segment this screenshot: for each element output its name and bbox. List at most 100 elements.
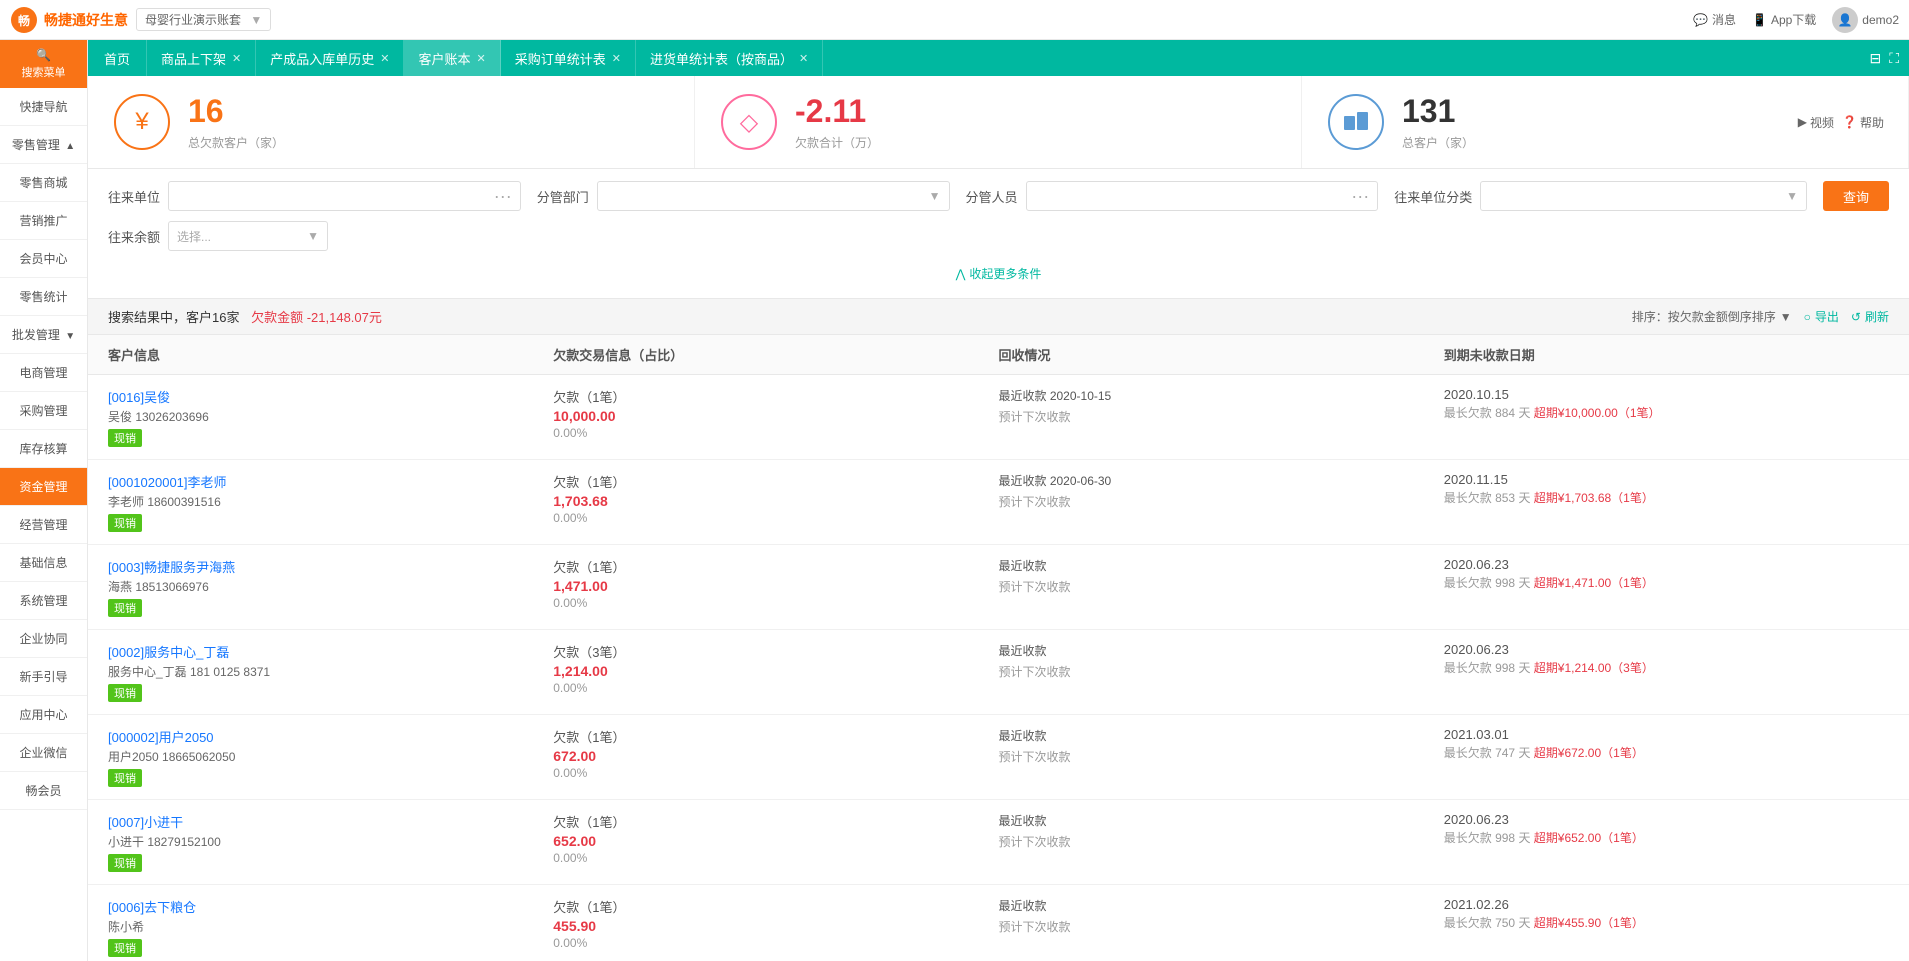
sidebar-item-ecommerce[interactable]: 电商管理: [0, 354, 87, 392]
person-label: 分管人员: [966, 187, 1018, 206]
query-button[interactable]: 查询: [1823, 181, 1889, 211]
sidebar-item-batch-mgmt[interactable]: 批发管理 ▼: [0, 316, 87, 354]
total-customers-label: 总客户（家）: [1402, 134, 1474, 151]
overdue-amount-link[interactable]: 超期¥10,000.00（1笔）: [1534, 406, 1661, 420]
avatar-icon: 👤: [1832, 7, 1858, 33]
help-action[interactable]: ❓ 帮助: [1842, 114, 1884, 131]
tab-purchase-stats[interactable]: 采购订单统计表 ✕: [501, 40, 636, 76]
overdue-amount-link[interactable]: 超期¥1,703.68（1笔）: [1534, 491, 1654, 505]
customer-name-link[interactable]: [0003]畅捷服务尹海燕: [108, 560, 235, 575]
sidebar-item-inventory[interactable]: 库存核算: [0, 430, 87, 468]
sidebar-item-guide[interactable]: 新手引导: [0, 658, 87, 696]
app-download-btn[interactable]: 📱 App下载: [1752, 11, 1816, 28]
debt-percent: 0.00%: [553, 426, 998, 440]
debt-amount[interactable]: 1,471.00: [553, 578, 998, 594]
unit-class-select[interactable]: ▼: [1480, 181, 1807, 211]
person-dots: ···: [1351, 186, 1369, 207]
sidebar-item-apps[interactable]: 应用中心: [0, 696, 87, 734]
customer-phone: 海燕 18513066976: [108, 578, 553, 595]
dept-select[interactable]: ▼: [597, 181, 950, 211]
debt-amount[interactable]: 1,703.68: [553, 493, 998, 509]
customer-phone: 吴俊 13026203696: [108, 408, 553, 425]
debt-info-cell: 欠款（1笔） 1,471.00 0.00%: [553, 557, 998, 610]
customer-name-link[interactable]: [0007]小进干: [108, 815, 183, 830]
sidebar-search[interactable]: 🔍 搜索菜单: [0, 40, 87, 88]
sidebar-item-finance[interactable]: 资金管理: [0, 468, 87, 506]
next-collection: 预计下次收款: [999, 408, 1444, 425]
collapse-button[interactable]: ⋀ 收起更多条件: [108, 261, 1889, 286]
sidebar-item-enterprise[interactable]: 企业协同: [0, 620, 87, 658]
close-tab-products[interactable]: ✕: [232, 52, 241, 65]
download-icon: 📱: [1752, 13, 1767, 27]
sidebar-item-retail-mall[interactable]: 零售商城: [0, 164, 87, 202]
sidebar-item-operations[interactable]: 经营管理: [0, 506, 87, 544]
close-tab-purchase-by-product[interactable]: ✕: [799, 52, 808, 65]
customer-info-cell: [0016]吴俊 吴俊 13026203696 现销: [108, 387, 553, 447]
debt-percent: 0.00%: [553, 766, 998, 780]
tab-customer-account[interactable]: 客户账本 ✕: [404, 40, 500, 76]
logo: 畅 畅捷通好生意: [10, 6, 128, 34]
tab-home[interactable]: 首页: [88, 40, 147, 76]
chevron-up-icon: ⋀: [956, 267, 966, 281]
tab-purchase-by-product[interactable]: 进货单统计表（按商品） ✕: [636, 40, 823, 76]
refresh-button[interactable]: ↺ 刷新: [1851, 308, 1889, 325]
sidebar-item-quick-nav[interactable]: 快捷导航: [0, 88, 87, 126]
overdue-amount-link[interactable]: 超期¥1,214.00（3笔）: [1534, 661, 1654, 675]
debt-count: 欠款（1笔）: [553, 557, 998, 576]
debt-amount[interactable]: 652.00: [553, 833, 998, 849]
close-tab-purchase-stats[interactable]: ✕: [612, 52, 621, 65]
customer-phone: 用户2050 18665062050: [108, 748, 553, 765]
person-input[interactable]: ···: [1026, 181, 1379, 211]
close-tab-product-history[interactable]: ✕: [380, 52, 389, 65]
customer-info-cell: [0002]服务中心_丁磊 服务中心_丁磊 181 0125 8371 现销: [108, 642, 553, 702]
overdue-info: 最长欠款 998 天 超期¥1,214.00（3笔）: [1444, 659, 1889, 676]
due-date-value: 2020.10.15: [1444, 387, 1889, 402]
due-date-cell: 2020.06.23 最长欠款 998 天 超期¥652.00（1笔）: [1444, 812, 1889, 846]
tab-expand-icon[interactable]: ⛶: [1889, 50, 1899, 67]
export-button[interactable]: ○ 导出: [1804, 308, 1839, 325]
sidebar-item-retail-mgmt[interactable]: 零售管理 ▲: [0, 126, 87, 164]
due-date-cell: 2020.06.23 最长欠款 998 天 超期¥1,471.00（1笔）: [1444, 557, 1889, 591]
tab-more-icon[interactable]: ⊟: [1869, 50, 1881, 67]
close-tab-customer-account[interactable]: ✕: [477, 52, 486, 65]
sort-label[interactable]: 排序：按欠款金额倒序排序 ▼: [1632, 308, 1792, 325]
sidebar-item-wechat[interactable]: 企业微信: [0, 734, 87, 772]
customer-name-link[interactable]: [0002]服务中心_丁磊: [108, 645, 229, 660]
next-collection: 预计下次收款: [999, 493, 1444, 510]
customer-name-link[interactable]: [0016]吴俊: [108, 390, 170, 405]
due-date-value: 2020.06.23: [1444, 557, 1889, 572]
sidebar-item-vip[interactable]: 畅会员: [0, 772, 87, 810]
debt-count: 欠款（1笔）: [553, 727, 998, 746]
sidebar-item-system[interactable]: 系统管理: [0, 582, 87, 620]
debt-percent: 0.00%: [553, 511, 998, 525]
sidebar-item-member[interactable]: 会员中心: [0, 240, 87, 278]
debt-amount[interactable]: 10,000.00: [553, 408, 998, 424]
message-btn[interactable]: 💬 消息: [1693, 11, 1736, 28]
overdue-amount-link[interactable]: 超期¥1,471.00（1笔）: [1534, 576, 1654, 590]
collection-status-cell: 最近收款 预计下次收款: [999, 642, 1444, 680]
overdue-amount-link[interactable]: 超期¥652.00（1笔）: [1534, 831, 1644, 845]
tab-products-onoff[interactable]: 商品上下架 ✕: [147, 40, 256, 76]
overdue-amount-link[interactable]: 超期¥672.00（1笔）: [1534, 746, 1644, 760]
dept-select-arrow: ▼: [929, 189, 941, 203]
customer-tag: 现销: [108, 599, 142, 617]
company-selector[interactable]: 母婴行业演示账套 ▼: [136, 8, 271, 31]
sidebar-item-marketing[interactable]: 营销推广: [0, 202, 87, 240]
tab-product-history[interactable]: 产成品入库单历史 ✕: [256, 40, 404, 76]
sidebar-item-purchase[interactable]: 采购管理: [0, 392, 87, 430]
sidebar-item-retail-stats[interactable]: 零售统计: [0, 278, 87, 316]
customer-name-link[interactable]: [0001020001]李老师: [108, 475, 227, 490]
user-avatar[interactable]: 👤 demo2: [1832, 7, 1899, 33]
customer-name-link[interactable]: [000002]用户2050: [108, 730, 214, 745]
debt-amount[interactable]: 455.90: [553, 918, 998, 934]
debt-amount[interactable]: 672.00: [553, 748, 998, 764]
overdue-amount-link[interactable]: 超期¥455.90（1笔）: [1534, 916, 1644, 930]
source-unit-input[interactable]: ···: [168, 181, 521, 211]
results-summary: 搜索结果中，客户16家: [108, 310, 239, 325]
video-action[interactable]: ▶ 视频: [1798, 114, 1834, 131]
customer-name-link[interactable]: [0006]去下粮仓: [108, 900, 196, 915]
debt-count: 欠款（1笔）: [553, 472, 998, 491]
sidebar-item-basic-info[interactable]: 基础信息: [0, 544, 87, 582]
debt-amount[interactable]: 1,214.00: [553, 663, 998, 679]
balance-select[interactable]: 选择... ▼: [168, 221, 328, 251]
